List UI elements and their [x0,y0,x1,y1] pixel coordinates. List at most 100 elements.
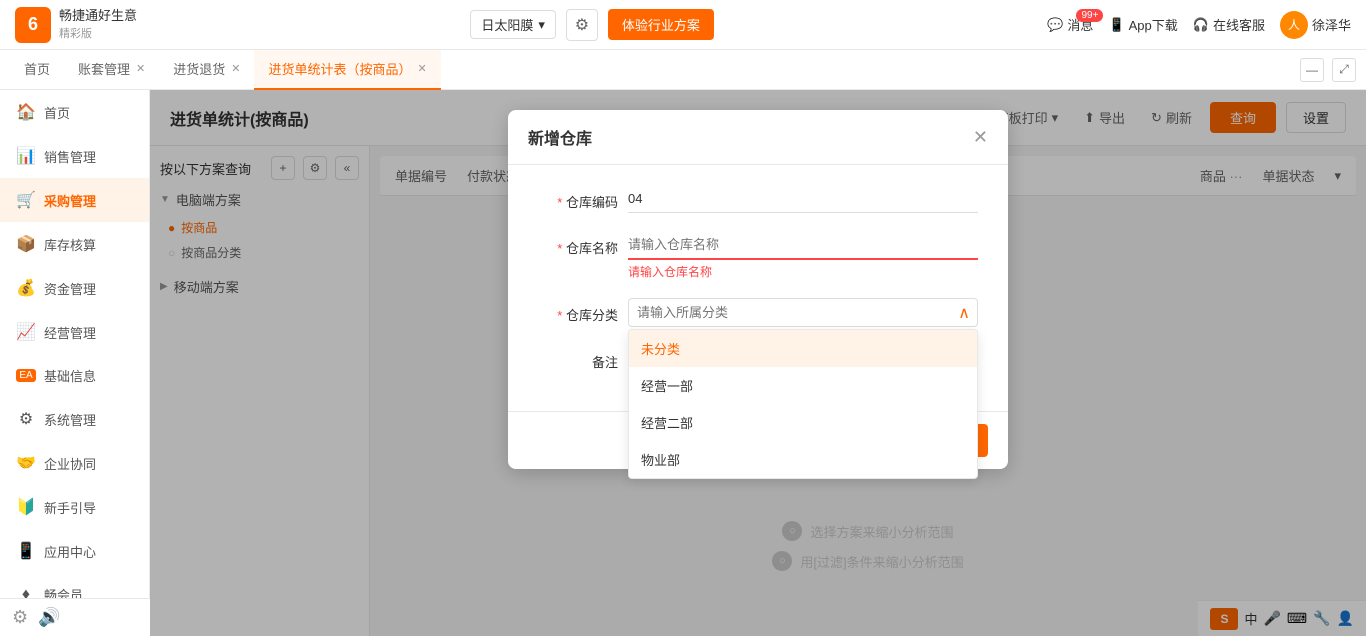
sales-icon: 📊 [16,146,36,166]
sidebar-apps-label: 应用中心 [44,542,96,561]
category-required: * [557,308,562,323]
content-area: 进货单统计(按商品) 🖨 按模板打印 ▾ ⬆ 导出 ↻ 刷新 查询 设置 [150,90,1366,636]
logo-icon: 6 [15,7,51,43]
store-name: 日太阳膜 [481,15,533,34]
notes-label: 备注 [538,345,618,371]
sidebar-item-basic-info[interactable]: EA 基础信息 [0,354,149,397]
sidebar-item-sales[interactable]: 📊 销售管理 [0,134,149,178]
header-center: 日太阳膜 ▾ ⚙ 体验行业方案 [470,9,714,41]
top-header: 6 畅捷通好生意 精彩版 日太阳膜 ▾ ⚙ 体验行业方案 💬 消息 99+ 📱 … [0,0,1366,50]
store-selector[interactable]: 日太阳膜 ▾ [470,10,556,39]
tab-account-label: 账套管理 [78,59,130,78]
basic-info-icon: EA [16,369,36,382]
dialog-close-btn[interactable]: ✕ [973,128,988,146]
sidebar-item-operations[interactable]: 📈 经营管理 [0,310,149,354]
trial-button[interactable]: 体验行业方案 [608,9,714,40]
headset-icon: 🎧 [1193,17,1209,33]
operations-icon: 📈 [16,322,36,342]
sidebar-guide-label: 新手引导 [44,498,96,517]
sidebar-home-label: 首页 [44,103,70,122]
tab-purchase-stats[interactable]: 进货单统计表（按商品） ✕ [254,50,440,90]
tab-account[interactable]: 账套管理 ✕ [64,50,159,90]
sidebar-item-inventory[interactable]: 📦 库存核算 [0,222,149,266]
name-input[interactable] [628,231,978,260]
name-error-msg: 请输入仓库名称 [628,263,978,280]
category-input[interactable] [628,298,978,327]
message-btn[interactable]: 💬 消息 99+ [1047,15,1093,34]
name-label: * 仓库名称 [538,231,618,257]
sidebar-item-apps[interactable]: 📱 应用中心 [0,529,149,573]
sidebar-item-collab[interactable]: 🤝 企业协同 [0,441,149,485]
system-icon: ⚙ [16,409,36,429]
app-sub: 精彩版 [59,25,137,41]
online-service-label: 在线客服 [1213,15,1265,34]
sidebar-item-purchase[interactable]: 🛒 采购管理 [0,178,149,222]
dialog-body: * 仓库编码 * 仓库名称 [508,165,1008,411]
sidebar-sales-label: 销售管理 [44,147,96,166]
category-toggle-icon[interactable]: ∧ [958,303,970,323]
name-required: * [557,241,562,256]
tab-home-label: 首页 [24,59,50,78]
tab-minimize-btn[interactable]: — [1300,58,1324,82]
main-layout: 🏠 首页 📊 销售管理 🛒 采购管理 📦 库存核算 💰 资金管理 📈 经营管理 … [0,90,1366,636]
form-row-category: * 仓库分类 ∧ 未分类 经营一部 经营二部 物业部 [538,298,978,327]
code-label: * 仓库编码 [538,185,618,211]
finance-icon: 💰 [16,278,36,298]
sidebar: 🏠 首页 📊 销售管理 🛒 采购管理 📦 库存核算 💰 资金管理 📈 经营管理 … [0,90,150,636]
avatar: 人 [1280,11,1308,39]
form-row-name: * 仓库名称 请输入仓库名称 [538,231,978,280]
sidebar-purchase-label: 采购管理 [44,191,96,210]
settings-button[interactable]: ⚙ [566,9,598,41]
logo-area: 6 畅捷通好生意 精彩版 [15,7,137,43]
tab-home[interactable]: 首页 [10,50,64,90]
sidebar-finance-label: 资金管理 [44,279,96,298]
code-input[interactable] [628,185,978,213]
sidebar-collab-label: 企业协同 [44,454,96,473]
sidebar-item-home[interactable]: 🏠 首页 [0,90,149,134]
sidebar-operations-label: 经营管理 [44,323,96,342]
category-control: ∧ 未分类 经营一部 经营二部 物业部 [628,298,978,327]
modal-overlay: 新增仓库 ✕ * 仓库编码 [150,90,1366,636]
home-icon: 🏠 [16,102,36,122]
sidebar-item-finance[interactable]: 💰 资金管理 [0,266,149,310]
tab-maximize-btn[interactable]: ⤢ [1332,58,1356,82]
dialog-title: 新增仓库 [528,125,592,149]
tab-actions: — ⤢ [1300,58,1356,82]
add-warehouse-dialog: 新增仓库 ✕ * 仓库编码 [508,110,1008,469]
tab-account-close[interactable]: ✕ [136,62,145,75]
tab-purchase-return-close[interactable]: ✕ [231,62,240,75]
name-control: 请输入仓库名称 [628,231,978,280]
dropdown-item-unclassified[interactable]: 未分类 [629,330,977,367]
tab-purchase-stats-label: 进货单统计表（按商品） [268,59,411,78]
chevron-down-icon: ▾ [538,17,545,33]
form-row-code: * 仓库编码 [538,185,978,213]
app-name: 畅捷通好生意 [59,8,137,25]
code-required: * [557,195,562,210]
username: 徐泽华 [1312,15,1351,34]
tab-purchase-stats-close[interactable]: ✕ [418,62,427,75]
guide-icon: 🔰 [16,497,36,517]
tab-bar: 首页 账套管理 ✕ 进货退货 ✕ 进货单统计表（按商品） ✕ — ⤢ [0,50,1366,90]
header-right: 💬 消息 99+ 📱 App下载 🎧 在线客服 人 徐泽华 [1047,11,1351,39]
dropdown-item-dept2[interactable]: 经营二部 [629,404,977,441]
tab-purchase-return-label: 进货退货 [173,59,225,78]
dropdown-item-dept1[interactable]: 经营一部 [629,367,977,404]
dialog-header: 新增仓库 ✕ [508,110,1008,165]
online-service-btn[interactable]: 🎧 在线客服 [1193,15,1265,34]
sidebar-audio-icon[interactable]: 🔊 [38,607,60,628]
user-area[interactable]: 人 徐泽华 [1280,11,1351,39]
sidebar-item-system[interactable]: ⚙ 系统管理 [0,397,149,441]
sidebar-system-label: 系统管理 [44,410,96,429]
sidebar-settings-icon[interactable]: ⚙ [12,607,28,628]
tab-purchase-return[interactable]: 进货退货 ✕ [159,50,254,90]
apps-icon: 📱 [16,541,36,561]
sidebar-item-guide[interactable]: 🔰 新手引导 [0,485,149,529]
message-icon: 💬 [1047,17,1063,33]
app-download-btn[interactable]: 📱 App下载 [1108,15,1177,34]
message-badge: 99+ [1076,9,1103,22]
inventory-icon: 📦 [16,234,36,254]
sidebar-basic-info-label: 基础信息 [44,366,96,385]
dropdown-item-property[interactable]: 物业部 [629,441,977,478]
collab-icon: 🤝 [16,453,36,473]
gear-icon: ⚙ [575,15,589,35]
